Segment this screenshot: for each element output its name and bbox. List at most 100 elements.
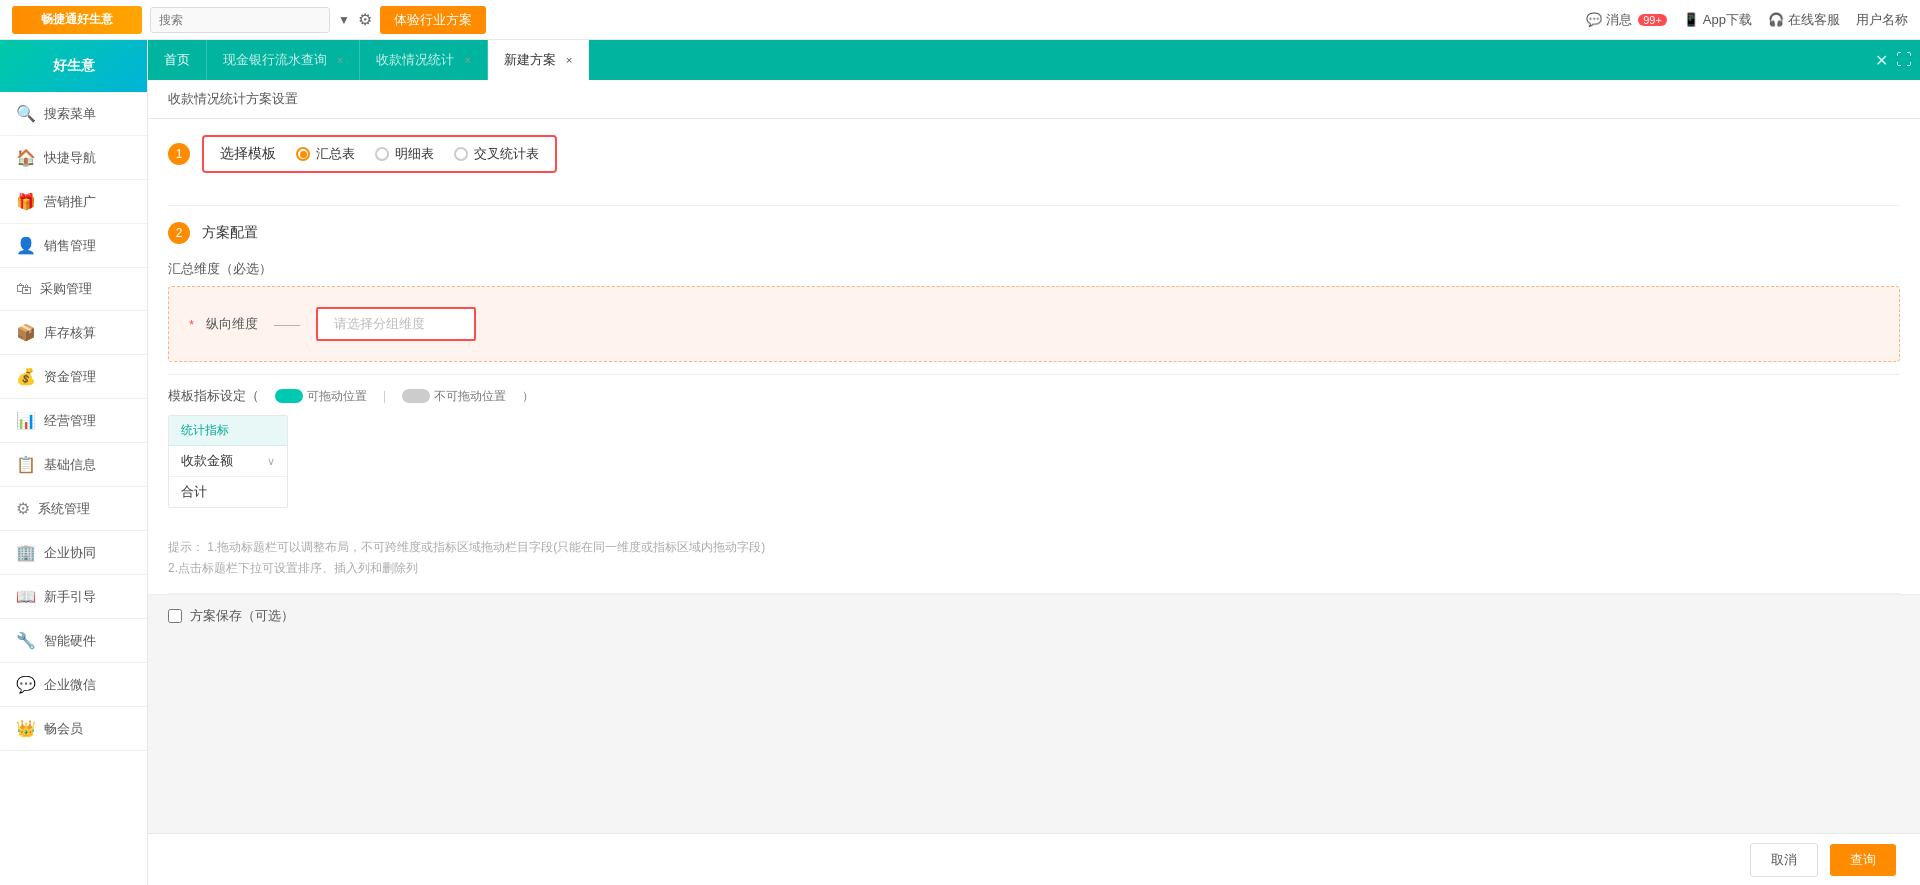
user-name: 用户名称 [1856, 11, 1908, 29]
sidebar-label-smart-hardware: 智能硬件 [44, 632, 96, 650]
sales-icon: 👤 [16, 236, 36, 255]
stat-total-label: 合计 [181, 484, 207, 499]
online-service-label: 在线客服 [1788, 11, 1840, 29]
notification-badge: 99+ [1638, 14, 1667, 26]
sidebar-logo-text: 好生意 [53, 57, 95, 75]
breadcrumb: 收款情况统计方案设置 [168, 91, 298, 106]
vertical-dim-label: 纵向维度 [206, 315, 258, 333]
step1-header: 1 选择模板 汇总表 明细表 [168, 135, 1900, 173]
tab-home[interactable]: 首页 [148, 40, 207, 80]
inventory-icon: 📦 [16, 323, 36, 342]
maximize-icon[interactable]: ⛶ [1896, 51, 1912, 69]
cancel-button[interactable]: 取消 [1750, 843, 1818, 877]
page-header: 收款情况统计方案设置 [148, 80, 1920, 119]
tab-bank-flow-label: 现金银行流水查询 [223, 51, 327, 69]
tab-new-plan-close[interactable]: × [566, 54, 572, 66]
sidebar-label-operations: 经营管理 [44, 412, 96, 430]
system-icon: ⚙ [16, 499, 30, 518]
sidebar-label-enterprise-collab: 企业协同 [44, 544, 96, 562]
trial-btn[interactable]: 体验行业方案 [380, 6, 486, 34]
enterprise-wechat-icon: 💬 [16, 675, 36, 694]
movable-dot [275, 389, 303, 403]
indicator-drag-legend: 模板指标设定（ 可拖动位置 | 不可拖动位置 ） [168, 387, 1900, 405]
sidebar-item-inventory[interactable]: 📦 库存核算 [0, 311, 147, 355]
sidebar-label-purchase: 采购管理 [40, 280, 92, 298]
purchase-icon: 🛍 [16, 280, 32, 298]
tab-bank-flow-close[interactable]: × [337, 54, 343, 66]
sidebar-item-beginner[interactable]: 📖 新手引导 [0, 575, 147, 619]
user-item[interactable]: 用户名称 [1856, 11, 1908, 29]
option-detail[interactable]: 明细表 [375, 145, 434, 163]
tab-home-label: 首页 [164, 51, 190, 69]
sidebar-item-finance[interactable]: 💰 资金管理 [0, 355, 147, 399]
headset-icon: 🎧 [1768, 12, 1784, 27]
notification-item[interactable]: 💬 消息 99+ [1586, 11, 1667, 29]
sidebar-item-operations[interactable]: 📊 经营管理 [0, 399, 147, 443]
tips-section: 提示： 1.拖动标题栏可以调整布局，不可跨维度或指标区域拖动栏目字段(只能在同一… [148, 527, 1920, 593]
query-button[interactable]: 查询 [1830, 844, 1896, 876]
topbar-arrow-icon[interactable]: ▼ [338, 13, 350, 27]
app-logo: 畅捷通好生意 [12, 6, 142, 34]
tab-bank-flow[interactable]: 现金银行流水查询 × [207, 40, 360, 80]
app-download-item[interactable]: 📱 App下载 [1683, 11, 1752, 29]
app-body: 好生意 🔍 搜索菜单 🏠 快捷导航 🎁 营销推广 👤 销售管理 🛍 采购管理 📦… [0, 40, 1920, 885]
indicator-section: 模板指标设定（ 可拖动位置 | 不可拖动位置 ） [168, 374, 1900, 511]
topbar: 畅捷通好生意 ▼ ⚙ 体验行业方案 💬 消息 99+ 📱 App下载 🎧 在线客… [0, 0, 1920, 40]
dimension-row: * 纵向维度 —— 请选择分组维度 [189, 307, 1879, 341]
app-download-icon: 📱 [1683, 12, 1699, 27]
summary-dimension-section: 汇总维度（必选） * 纵向维度 —— 请选择分组维度 [168, 260, 1900, 362]
tip-line-2: 2.点击标题栏下拉可设置排序、插入列和删除列 [168, 560, 1900, 577]
sidebar-logo: 好生意 [0, 40, 147, 92]
option-cross[interactable]: 交叉统计表 [454, 145, 539, 163]
dimension-area: * 纵向维度 —— 请选择分组维度 [168, 286, 1900, 362]
step1-label: 选择模板 [220, 145, 276, 163]
stat-dropdown-arrow[interactable]: ∨ [267, 455, 275, 468]
topbar-search-input[interactable] [150, 7, 330, 33]
sidebar-label-sales: 销售管理 [44, 237, 96, 255]
action-bar: 取消 查询 [148, 833, 1920, 885]
topbar-right: 💬 消息 99+ 📱 App下载 🎧 在线客服 用户名称 [1586, 11, 1908, 29]
sidebar-label-inventory: 库存核算 [44, 324, 96, 342]
sidebar-item-enterprise-wechat[interactable]: 💬 企业微信 [0, 663, 147, 707]
tab-collection-stats[interactable]: 收款情况统计 × [360, 40, 487, 80]
sidebar-item-member[interactable]: 👑 畅会员 [0, 707, 147, 751]
sidebar-item-purchase[interactable]: 🛍 采购管理 [0, 268, 147, 311]
app-logo-text: 畅捷通好生意 [41, 11, 113, 28]
dimension-select[interactable]: 请选择分组维度 [316, 307, 476, 341]
sidebar-item-enterprise-collab[interactable]: 🏢 企业协同 [0, 531, 147, 575]
radio-cross-circle [454, 147, 468, 161]
tab-new-plan[interactable]: 新建方案 × [488, 40, 589, 80]
sidebar-item-marketing[interactable]: 🎁 营销推广 [0, 180, 147, 224]
beginner-icon: 📖 [16, 587, 36, 606]
option-summary[interactable]: 汇总表 [296, 145, 355, 163]
stat-metric-label: 收款金额 [181, 452, 233, 470]
tab-collection-stats-close[interactable]: × [464, 54, 470, 66]
page-footer: 方案保存（可选） [148, 594, 1920, 637]
sidebar-label-search-menu: 搜索菜单 [44, 105, 96, 123]
sidebar-item-basic-info[interactable]: 📋 基础信息 [0, 443, 147, 487]
sidebar-item-search-menu[interactable]: 🔍 搜索菜单 [0, 92, 147, 136]
sidebar-label-basic-info: 基础信息 [44, 456, 96, 474]
movable-legend: 可拖动位置 [275, 388, 367, 405]
legend-close-paren: ） [522, 388, 534, 405]
sidebar-label-marketing: 营销推广 [44, 193, 96, 211]
legend-separator: | [383, 389, 386, 403]
sidebar-item-system[interactable]: ⚙ 系统管理 [0, 487, 147, 531]
sidebar-item-quick-nav[interactable]: 🏠 快捷导航 [0, 136, 147, 180]
online-service-item[interactable]: 🎧 在线客服 [1768, 11, 1840, 29]
sidebar-item-smart-hardware[interactable]: 🔧 智能硬件 [0, 619, 147, 663]
step1-badge: 1 [168, 143, 190, 165]
stat-metric-row[interactable]: 收款金额 ∨ [169, 446, 287, 477]
sidebar-item-sales[interactable]: 👤 销售管理 [0, 224, 147, 268]
step2-label: 方案配置 [202, 224, 258, 242]
template-options-group: 选择模板 汇总表 明细表 交叉统计表 [202, 135, 557, 173]
required-star: * [189, 317, 194, 332]
settings-icon[interactable]: ⚙ [358, 10, 372, 29]
indicator-settings-title: 模板指标设定（ [168, 387, 259, 405]
save-plan-checkbox[interactable] [168, 609, 182, 623]
step2-badge: 2 [168, 222, 190, 244]
dim-arrow: —— [274, 317, 300, 332]
close-window-icon[interactable]: ✕ [1875, 51, 1888, 70]
stat-total-row: 合计 [169, 477, 287, 507]
stat-header: 统计指标 [169, 416, 287, 446]
